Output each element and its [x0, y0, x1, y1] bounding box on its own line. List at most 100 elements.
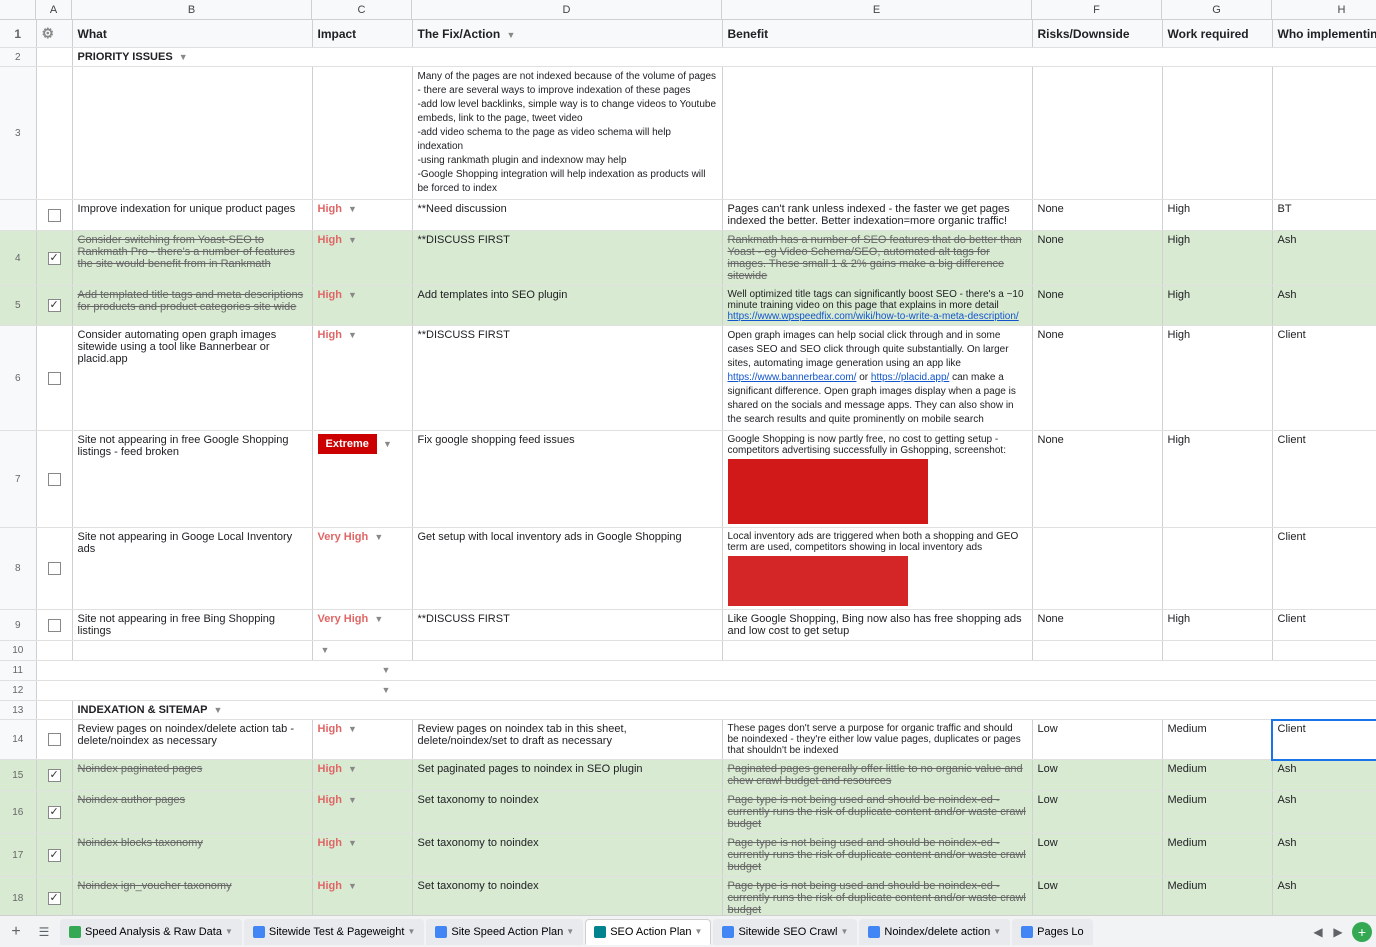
cell-a18[interactable] — [36, 877, 72, 916]
cell-d8[interactable]: Get setup with local inventory ads in Go… — [412, 528, 722, 610]
cell-h9[interactable]: Client — [1272, 610, 1376, 641]
checkbox-15[interactable] — [48, 769, 61, 782]
cell-g9[interactable]: High — [1162, 610, 1272, 641]
placid-link[interactable]: https://placid.app/ — [871, 372, 949, 383]
checkbox-18[interactable] — [48, 892, 61, 905]
cell-d14[interactable]: Review pages on noindex tab in this shee… — [412, 720, 722, 760]
cell-a3b[interactable] — [36, 200, 72, 231]
priority-dropdown[interactable]: ▼ — [179, 52, 188, 62]
cell-h18[interactable]: Ash — [1272, 877, 1376, 916]
cell-g6[interactable]: High — [1162, 326, 1272, 431]
cell-g17[interactable]: Medium — [1162, 834, 1272, 877]
cell-f1[interactable]: Risks/Downside — [1032, 20, 1162, 48]
cell-f16[interactable]: Low — [1032, 791, 1162, 834]
cell-c1[interactable]: Impact — [312, 20, 412, 48]
impact-dropdown-9[interactable]: ▼ — [374, 614, 383, 624]
cell-b15[interactable]: Noindex paginated pages — [72, 760, 312, 791]
cell-c7[interactable]: Extreme ▼ — [312, 431, 412, 528]
cell-b3b[interactable]: Improve indexation for unique product pa… — [72, 200, 312, 231]
col-header-d[interactable]: D — [412, 0, 722, 19]
tab-seo-action-plan[interactable]: SEO Action Plan ▼ — [585, 919, 711, 945]
tab-nav-left[interactable]: ◀ — [1308, 922, 1328, 942]
col-header-f[interactable]: F — [1032, 0, 1162, 19]
cell-c8[interactable]: Very High ▼ — [312, 528, 412, 610]
impact-dropdown-5[interactable]: ▼ — [348, 290, 357, 300]
col-header-a[interactable]: A — [36, 0, 72, 19]
checkbox-3[interactable] — [48, 209, 61, 222]
cell-e17[interactable]: Page type is not being used and should b… — [722, 834, 1032, 877]
cell-b14[interactable]: Review pages on noindex/delete action ta… — [72, 720, 312, 760]
cell-b6[interactable]: Consider automating open graph images si… — [72, 326, 312, 431]
cell-a7[interactable] — [36, 431, 72, 528]
cell-c9[interactable]: Very High ▼ — [312, 610, 412, 641]
cell-b4[interactable]: Consider switching from Yoast-SEO to Ran… — [72, 231, 312, 286]
cell-b5[interactable]: Add templated title tags and meta descri… — [72, 286, 312, 326]
checkbox-6[interactable] — [48, 372, 61, 385]
cell-b17[interactable]: Noindex blocks taxonomy — [72, 834, 312, 877]
bannerbear-link[interactable]: https://www.bannerbear.com/ — [728, 372, 857, 383]
cell-e9[interactable]: Like Google Shopping, Bing now also has … — [722, 610, 1032, 641]
cell-d15[interactable]: Set paginated pages to noindex in SEO pl… — [412, 760, 722, 791]
impact-dropdown-3[interactable]: ▼ — [348, 204, 357, 214]
cell-b9[interactable]: Site not appearing in free Bing Shopping… — [72, 610, 312, 641]
cell-e16[interactable]: Page type is not being used and should b… — [722, 791, 1032, 834]
cell-c14[interactable]: High ▼ — [312, 720, 412, 760]
cell-e15[interactable]: Paginated pages generally offer little t… — [722, 760, 1032, 791]
cell-g14[interactable]: Medium — [1162, 720, 1272, 760]
tab-speed-analysis[interactable]: Speed Analysis & Raw Data ▼ — [60, 919, 242, 945]
cell-e18[interactable]: Page type is not being used and should b… — [722, 877, 1032, 916]
col-header-c[interactable]: C — [312, 0, 412, 19]
cell-d3[interactable]: Many of the pages are not indexed becaus… — [412, 67, 722, 200]
cell-a9[interactable] — [36, 610, 72, 641]
cell-d3b[interactable]: **Need discussion — [412, 200, 722, 231]
impact-dropdown-8[interactable]: ▼ — [374, 532, 383, 542]
cell-d18[interactable]: Set taxonomy to noindex — [412, 877, 722, 916]
cell-h1[interactable]: Who implementing — [1272, 20, 1376, 48]
cell-f9[interactable]: None — [1032, 610, 1162, 641]
add-sheet-button[interactable]: + — [4, 920, 28, 944]
cell-h6[interactable]: Client — [1272, 326, 1376, 431]
cell-f7[interactable]: None — [1032, 431, 1162, 528]
cell-f5[interactable]: None — [1032, 286, 1162, 326]
tab-nav-right[interactable]: ▶ — [1328, 922, 1348, 942]
cell-f17[interactable]: Low — [1032, 834, 1162, 877]
cell-h7[interactable]: Client — [1272, 431, 1376, 528]
cell-g15[interactable]: Medium — [1162, 760, 1272, 791]
checkbox-5[interactable] — [48, 299, 61, 312]
cell-d9[interactable]: **DISCUSS FIRST — [412, 610, 722, 641]
cell-f6[interactable]: None — [1032, 326, 1162, 431]
cell-f15[interactable]: Low — [1032, 760, 1162, 791]
cell-h17[interactable]: Ash — [1272, 834, 1376, 877]
tab-sitewide-test[interactable]: Sitewide Test & Pageweight ▼ — [244, 919, 424, 945]
cell-d1[interactable]: The Fix/Action ▼ — [412, 20, 722, 48]
tab-dropdown-seo-plan[interactable]: ▼ — [695, 927, 703, 936]
impact-dropdown-4[interactable]: ▼ — [348, 235, 357, 245]
cell-h15[interactable]: Ash — [1272, 760, 1376, 791]
cell-e5[interactable]: Well optimized title tags can significan… — [722, 286, 1032, 326]
cell-d17[interactable]: Set taxonomy to noindex — [412, 834, 722, 877]
cell-c3b[interactable]: High ▼ — [312, 200, 412, 231]
tab-dropdown-noindex[interactable]: ▼ — [993, 927, 1001, 936]
col-header-h[interactable]: H — [1272, 0, 1376, 19]
cell-a17[interactable] — [36, 834, 72, 877]
tab-noindex[interactable]: Noindex/delete action ▼ — [859, 919, 1010, 945]
checkbox-4[interactable] — [48, 252, 61, 265]
checkbox-9[interactable] — [48, 619, 61, 632]
cell-h16[interactable]: Ash — [1272, 791, 1376, 834]
cell-b7[interactable]: Site not appearing in free Google Shoppi… — [72, 431, 312, 528]
cell-d5[interactable]: Add templates into SEO plugin — [412, 286, 722, 326]
cell-h5[interactable]: Ash — [1272, 286, 1376, 326]
tab-dropdown-speed-analysis[interactable]: ▼ — [225, 927, 233, 936]
cell-f18[interactable]: Low — [1032, 877, 1162, 916]
cell-e1[interactable]: Benefit — [722, 20, 1032, 48]
cell-d6[interactable]: **DISCUSS FIRST — [412, 326, 722, 431]
tab-dropdown-crawl[interactable]: ▼ — [841, 927, 849, 936]
tab-site-speed-action[interactable]: Site Speed Action Plan ▼ — [426, 919, 583, 945]
cell-c17[interactable]: High ▼ — [312, 834, 412, 877]
cell-e8[interactable]: Local inventory ads are triggered when b… — [722, 528, 1032, 610]
cell-g1[interactable]: Work required — [1162, 20, 1272, 48]
checkbox-8[interactable] — [48, 562, 61, 575]
cell-c18[interactable]: High ▼ — [312, 877, 412, 916]
cell-e14[interactable]: These pages don't serve a purpose for or… — [722, 720, 1032, 760]
cell-d4[interactable]: **DISCUSS FIRST — [412, 231, 722, 286]
